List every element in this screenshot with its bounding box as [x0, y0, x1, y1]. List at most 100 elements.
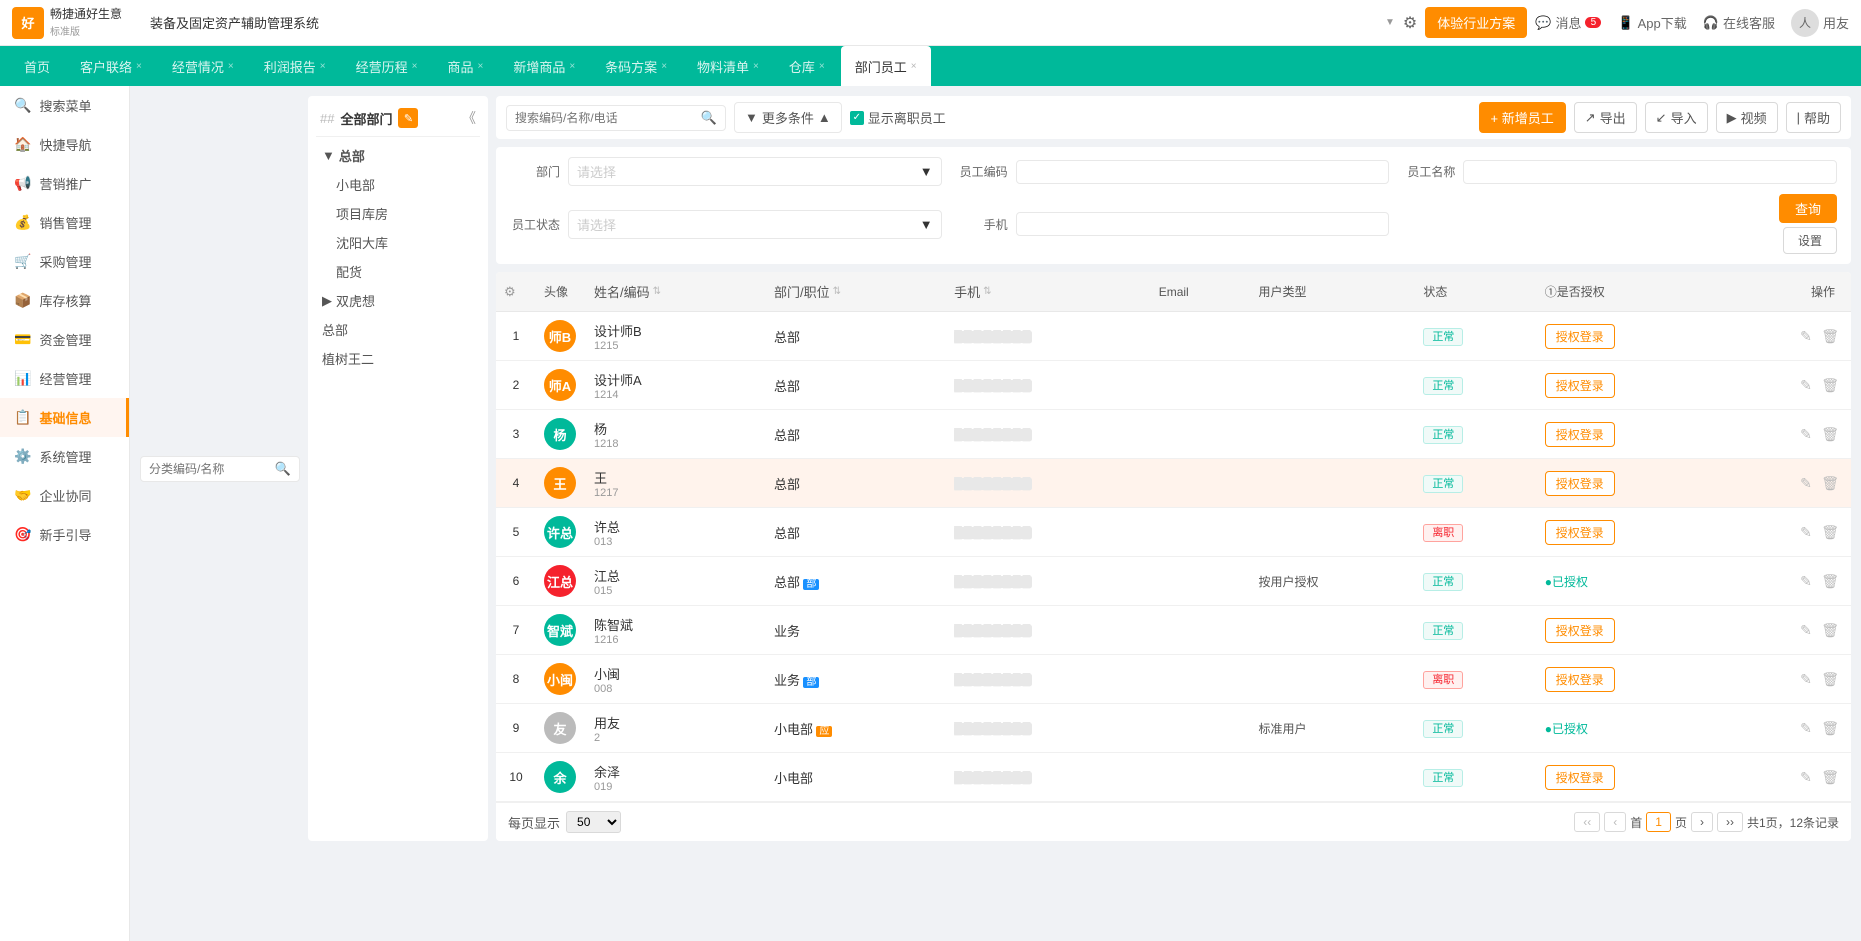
- tab-customer[interactable]: 客户联络 ×: [66, 46, 156, 86]
- sidebar-item-finance[interactable]: 💳 资金管理: [0, 320, 129, 359]
- auth-button[interactable]: 授权登录: [1545, 765, 1615, 790]
- dept-tree-item-xiaodian[interactable]: 小电部: [316, 170, 480, 199]
- auth-button[interactable]: 授权登录: [1545, 324, 1615, 349]
- row-auth-cell[interactable]: 授权登录: [1537, 508, 1724, 557]
- app-download-button[interactable]: 📱 App下载: [1617, 13, 1686, 32]
- import-button[interactable]: ↙ 导入: [1645, 102, 1708, 133]
- row-auth-cell[interactable]: 授权登录: [1537, 410, 1724, 459]
- phone-filter-input[interactable]: [1016, 212, 1390, 236]
- tab-employee[interactable]: 部门员工 ×: [841, 46, 931, 86]
- search-button[interactable]: 查询: [1779, 194, 1837, 223]
- dept-tree-item-zongbu2[interactable]: 总部: [316, 315, 480, 344]
- close-icon[interactable]: ×: [569, 61, 575, 72]
- sidebar-item-base-info[interactable]: 📋 基础信息: [0, 398, 129, 437]
- delete-icon[interactable]: 🗑: [1821, 524, 1839, 540]
- delete-icon[interactable]: 🗑: [1821, 475, 1839, 491]
- sidebar-item-sales[interactable]: 💰 销售管理: [0, 203, 129, 242]
- message-button[interactable]: 💬 消息 5: [1535, 13, 1601, 32]
- sidebar-item-guide[interactable]: 🎯 新手引导: [0, 515, 129, 554]
- video-button[interactable]: ▶ 视频: [1716, 102, 1778, 133]
- sidebar-item-nav[interactable]: 🏠 快捷导航: [0, 125, 129, 164]
- employee-search-box[interactable]: 🔍: [506, 105, 726, 131]
- auth-button[interactable]: 授权登录: [1545, 471, 1615, 496]
- tab-home[interactable]: 首页: [10, 46, 64, 86]
- dept-tree-item-shuanghuxiang[interactable]: ▶ 双虎想: [316, 286, 480, 315]
- row-auth-cell[interactable]: 授权登录: [1537, 606, 1724, 655]
- reset-button[interactable]: 设置: [1783, 227, 1837, 254]
- edit-icon[interactable]: ✎: [1800, 426, 1812, 442]
- close-icon[interactable]: ×: [477, 61, 483, 72]
- dept-tree-item-peihuo[interactable]: 配货: [316, 257, 480, 286]
- dept-tree-item-shenyang[interactable]: 沈阳大库: [316, 228, 480, 257]
- tab-bom[interactable]: 物料清单 ×: [683, 46, 773, 86]
- dept-collapse-button[interactable]: 《: [462, 108, 476, 128]
- settings-icon[interactable]: ⚙: [1403, 13, 1417, 33]
- dept-tree-item-zhishu[interactable]: 植树王二: [316, 344, 480, 373]
- row-auth-cell[interactable]: 授权登录: [1537, 753, 1724, 802]
- edit-icon[interactable]: ✎: [1800, 720, 1812, 736]
- row-auth-cell[interactable]: 授权登录: [1537, 655, 1724, 704]
- delete-icon[interactable]: 🗑: [1821, 426, 1839, 442]
- dept-edit-button[interactable]: ✎: [398, 108, 418, 128]
- next-last-button[interactable]: ››: [1717, 812, 1743, 832]
- close-icon[interactable]: ×: [228, 61, 234, 72]
- edit-icon[interactable]: ✎: [1800, 328, 1812, 344]
- auth-button[interactable]: 授权登录: [1545, 667, 1615, 692]
- help-button[interactable]: | 帮助: [1786, 102, 1841, 133]
- dept-tree-item-xiangmu[interactable]: 项目库房: [316, 199, 480, 228]
- show-resigned-toggle[interactable]: ✓ 显示离职员工: [850, 108, 946, 127]
- edit-icon[interactable]: ✎: [1800, 671, 1812, 687]
- row-auth-cell[interactable]: 授权登录: [1537, 361, 1724, 410]
- edit-icon[interactable]: ✎: [1800, 377, 1812, 393]
- sidebar-item-inventory[interactable]: 📦 库存核算: [0, 281, 129, 320]
- th-name[interactable]: 姓名/编码⇅: [586, 272, 766, 312]
- next-button[interactable]: ›: [1691, 812, 1713, 832]
- dept-tree-item-zongbu[interactable]: ▼ 总部: [316, 141, 480, 170]
- close-icon[interactable]: ×: [753, 61, 759, 72]
- add-employee-button[interactable]: + 新增员工: [1479, 102, 1566, 133]
- page-size-select[interactable]: 50 100 200: [566, 811, 621, 833]
- th-phone[interactable]: 手机⇅: [946, 272, 1151, 312]
- sidebar-item-collab[interactable]: 🤝 企业协同: [0, 476, 129, 515]
- auth-button[interactable]: 授权登录: [1545, 618, 1615, 643]
- auth-button[interactable]: 授权登录: [1545, 373, 1615, 398]
- row-auth-cell[interactable]: 授权登录: [1537, 459, 1724, 508]
- edit-icon[interactable]: ✎: [1800, 475, 1812, 491]
- dept-filter-select[interactable]: 请选择 ▼: [568, 157, 942, 186]
- delete-icon[interactable]: 🗑: [1821, 720, 1839, 736]
- edit-icon[interactable]: ✎: [1800, 769, 1812, 785]
- close-icon[interactable]: ×: [412, 61, 418, 72]
- status-filter-select[interactable]: 请选择 ▼: [568, 210, 942, 239]
- delete-icon[interactable]: 🗑: [1821, 622, 1839, 638]
- delete-icon[interactable]: 🗑: [1821, 328, 1839, 344]
- export-button[interactable]: ↗ 导出: [1574, 102, 1637, 133]
- code-filter-input[interactable]: [1016, 160, 1390, 184]
- system-dropdown-arrow[interactable]: ▼: [1385, 17, 1395, 28]
- online-service-button[interactable]: 🎧 在线客服: [1703, 13, 1775, 32]
- user-button[interactable]: 人 用友: [1791, 9, 1849, 37]
- auth-button[interactable]: 授权登录: [1545, 422, 1615, 447]
- more-filter-button[interactable]: ▼ 更多条件 ▲: [734, 102, 842, 133]
- close-icon[interactable]: ×: [911, 61, 917, 72]
- delete-icon[interactable]: 🗑: [1821, 573, 1839, 589]
- category-search-box[interactable]: 🔍: [140, 456, 300, 482]
- delete-icon[interactable]: 🗑: [1821, 769, 1839, 785]
- tab-profit[interactable]: 利润报告 ×: [250, 46, 340, 86]
- sidebar-item-marketing[interactable]: 📢 营销推广: [0, 164, 129, 203]
- edit-icon[interactable]: ✎: [1800, 622, 1812, 638]
- prev-first-button[interactable]: ‹‹: [1574, 812, 1600, 832]
- sidebar-item-search[interactable]: 🔍 搜索菜单: [0, 86, 129, 125]
- tab-warehouse[interactable]: 仓库 ×: [775, 46, 839, 86]
- sidebar-item-purchase[interactable]: 🛒 采购管理: [0, 242, 129, 281]
- category-search-input[interactable]: [149, 462, 271, 476]
- tab-add-goods[interactable]: 新增商品 ×: [499, 46, 589, 86]
- th-dept[interactable]: 部门/职位⇅: [766, 272, 946, 312]
- close-icon[interactable]: ×: [819, 61, 825, 72]
- prev-button[interactable]: ‹: [1604, 812, 1626, 832]
- tab-history[interactable]: 经营历程 ×: [342, 46, 432, 86]
- tab-goods[interactable]: 商品 ×: [433, 46, 497, 86]
- trial-button[interactable]: 体验行业方案: [1425, 7, 1527, 38]
- tab-barcode[interactable]: 条码方案 ×: [591, 46, 681, 86]
- name-filter-input[interactable]: [1463, 160, 1837, 184]
- delete-icon[interactable]: 🗑: [1821, 377, 1839, 393]
